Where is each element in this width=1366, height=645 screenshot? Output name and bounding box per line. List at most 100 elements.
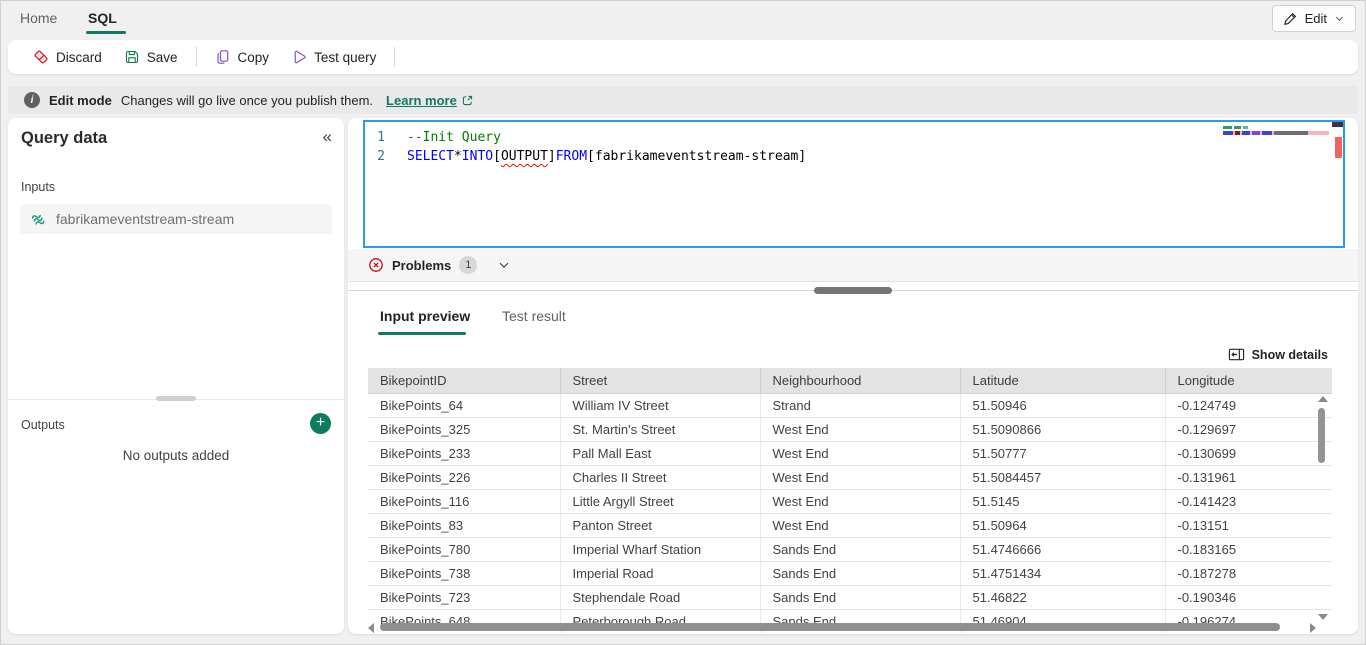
- panel-resize-handle[interactable]: [814, 287, 892, 294]
- edit-mode-banner: i Edit mode Changes will go live once yo…: [8, 86, 1358, 114]
- table-cell[interactable]: Sands End: [760, 561, 960, 585]
- table-cell[interactable]: -0.124749: [1165, 393, 1332, 417]
- table-cell[interactable]: St. Martin's Street: [560, 417, 760, 441]
- scroll-down-arrow-icon[interactable]: [1318, 614, 1328, 620]
- table-cell[interactable]: -0.141423: [1165, 489, 1332, 513]
- input-item-eventstream[interactable]: fabrikameventstream-stream: [20, 204, 332, 234]
- add-output-button[interactable]: +: [310, 413, 331, 434]
- sql-token: --Init Query: [407, 128, 501, 147]
- table-cell[interactable]: BikePoints_738: [368, 561, 560, 585]
- table-cell[interactable]: Stephendale Road: [560, 585, 760, 609]
- table-cell[interactable]: BikePoints_233: [368, 441, 560, 465]
- table-cell[interactable]: 51.5090866: [960, 417, 1165, 441]
- table-cell[interactable]: Charles II Street: [560, 465, 760, 489]
- test-query-button[interactable]: Test query: [280, 44, 387, 70]
- table-row[interactable]: BikePoints_723Stephendale RoadSands End5…: [368, 585, 1332, 609]
- scroll-up-arrow-icon[interactable]: [1318, 396, 1328, 402]
- scroll-right-arrow-icon[interactable]: [1310, 623, 1316, 633]
- table-cell[interactable]: BikePoints_116: [368, 489, 560, 513]
- column-header[interactable]: Street: [560, 368, 760, 393]
- banner-title: Edit mode: [49, 93, 112, 108]
- table-cell[interactable]: William IV Street: [560, 393, 760, 417]
- code-line[interactable]: 2SELECT * INTO [OUTPUT] FROM [fabrikamev…: [365, 147, 1343, 166]
- sql-token: [fabrikameventstream-stream]: [587, 147, 806, 166]
- table-row[interactable]: BikePoints_780Imperial Wharf StationSand…: [368, 537, 1332, 561]
- horizontal-scrollbar-thumb[interactable]: [380, 623, 1280, 631]
- table-cell[interactable]: West End: [760, 441, 960, 465]
- sidebar-resize-handle[interactable]: [156, 396, 196, 401]
- table-row[interactable]: BikePoints_226Charles II StreetWest End5…: [368, 465, 1332, 489]
- table-cell[interactable]: BikePoints_83: [368, 513, 560, 537]
- table-cell[interactable]: 51.5084457: [960, 465, 1165, 489]
- save-button[interactable]: Save: [113, 44, 189, 70]
- table-cell[interactable]: Sands End: [760, 537, 960, 561]
- discard-button[interactable]: Discard: [22, 44, 113, 70]
- sql-code-editor[interactable]: 1--Init Query2SELECT * INTO [OUTPUT] FRO…: [363, 120, 1345, 248]
- minimap-slider[interactable]: [1332, 122, 1343, 127]
- error-overview-marker: [1335, 137, 1342, 158]
- table-cell[interactable]: West End: [760, 417, 960, 441]
- table-cell[interactable]: Panton Street: [560, 513, 760, 537]
- column-header[interactable]: BikepointID: [368, 368, 560, 393]
- table-horizontal-scrollbar[interactable]: [368, 622, 1316, 633]
- scroll-left-arrow-icon[interactable]: [368, 623, 374, 633]
- table-cell[interactable]: -0.129697: [1165, 417, 1332, 441]
- vertical-scrollbar-thumb[interactable]: [1318, 408, 1325, 463]
- code-line[interactable]: 1--Init Query: [365, 128, 1343, 147]
- problems-bar[interactable]: Problems 1: [348, 249, 1358, 282]
- table-cell[interactable]: 51.5145: [960, 489, 1165, 513]
- table-cell[interactable]: BikePoints_226: [368, 465, 560, 489]
- table-cell[interactable]: -0.13151: [1165, 513, 1332, 537]
- table-cell[interactable]: 51.50777: [960, 441, 1165, 465]
- table-cell[interactable]: Imperial Road: [560, 561, 760, 585]
- table-cell[interactable]: 51.46822: [960, 585, 1165, 609]
- inputs-section-label: Inputs: [21, 180, 55, 194]
- column-header[interactable]: Latitude: [960, 368, 1165, 393]
- tab-input-preview[interactable]: Input preview: [380, 308, 470, 324]
- copy-button[interactable]: Copy: [204, 44, 281, 70]
- show-details-button[interactable]: Show details: [1228, 346, 1328, 363]
- panel-title: Query data: [21, 129, 107, 148]
- open-panel-icon: [1228, 346, 1245, 363]
- table-cell[interactable]: West End: [760, 489, 960, 513]
- tab-sql[interactable]: SQL: [88, 10, 117, 26]
- table-cell[interactable]: Sands End: [760, 585, 960, 609]
- table-cell[interactable]: Imperial Wharf Station: [560, 537, 760, 561]
- table-row[interactable]: BikePoints_325St. Martin's StreetWest En…: [368, 417, 1332, 441]
- table-cell[interactable]: -0.190346: [1165, 585, 1332, 609]
- collapse-panel-icon[interactable]: «: [323, 127, 332, 147]
- edit-mode-dropdown-button[interactable]: Edit: [1272, 5, 1356, 32]
- table-cell[interactable]: West End: [760, 465, 960, 489]
- column-header[interactable]: Longitude: [1165, 368, 1332, 393]
- table-cell[interactable]: 51.4746666: [960, 537, 1165, 561]
- table-cell[interactable]: West End: [760, 513, 960, 537]
- preview-table-header-row: BikepointIDStreetNeighbourhoodLatitudeLo…: [368, 368, 1332, 393]
- table-cell[interactable]: -0.183165: [1165, 537, 1332, 561]
- column-header[interactable]: Neighbourhood: [760, 368, 960, 393]
- table-cell[interactable]: Pall Mall East: [560, 441, 760, 465]
- table-row[interactable]: BikePoints_64William IV StreetStrand51.5…: [368, 393, 1332, 417]
- table-cell[interactable]: -0.130699: [1165, 441, 1332, 465]
- editor-minimap[interactable]: [1223, 126, 1329, 135]
- table-cell[interactable]: -0.187278: [1165, 561, 1332, 585]
- table-cell[interactable]: BikePoints_723: [368, 585, 560, 609]
- table-cell[interactable]: 51.4751434: [960, 561, 1165, 585]
- table-cell[interactable]: 51.50946: [960, 393, 1165, 417]
- table-cell[interactable]: 51.50964: [960, 513, 1165, 537]
- table-row[interactable]: BikePoints_83Panton StreetWest End51.509…: [368, 513, 1332, 537]
- table-vertical-scrollbar[interactable]: [1315, 394, 1329, 622]
- learn-more-link[interactable]: Learn more: [386, 93, 474, 108]
- table-cell[interactable]: Strand: [760, 393, 960, 417]
- input-item-label: fabrikameventstream-stream: [56, 211, 234, 227]
- tab-test-result[interactable]: Test result: [502, 308, 566, 324]
- table-cell[interactable]: BikePoints_325: [368, 417, 560, 441]
- table-row[interactable]: BikePoints_738Imperial RoadSands End51.4…: [368, 561, 1332, 585]
- table-row[interactable]: BikePoints_233Pall Mall EastWest End51.5…: [368, 441, 1332, 465]
- table-row[interactable]: BikePoints_116Little Argyll StreetWest E…: [368, 489, 1332, 513]
- table-cell[interactable]: BikePoints_64: [368, 393, 560, 417]
- table-cell[interactable]: Little Argyll Street: [560, 489, 760, 513]
- table-cell[interactable]: BikePoints_780: [368, 537, 560, 561]
- table-cell[interactable]: -0.131961: [1165, 465, 1332, 489]
- problems-chevron-down-icon[interactable]: [497, 258, 511, 272]
- tab-home[interactable]: Home: [20, 10, 57, 26]
